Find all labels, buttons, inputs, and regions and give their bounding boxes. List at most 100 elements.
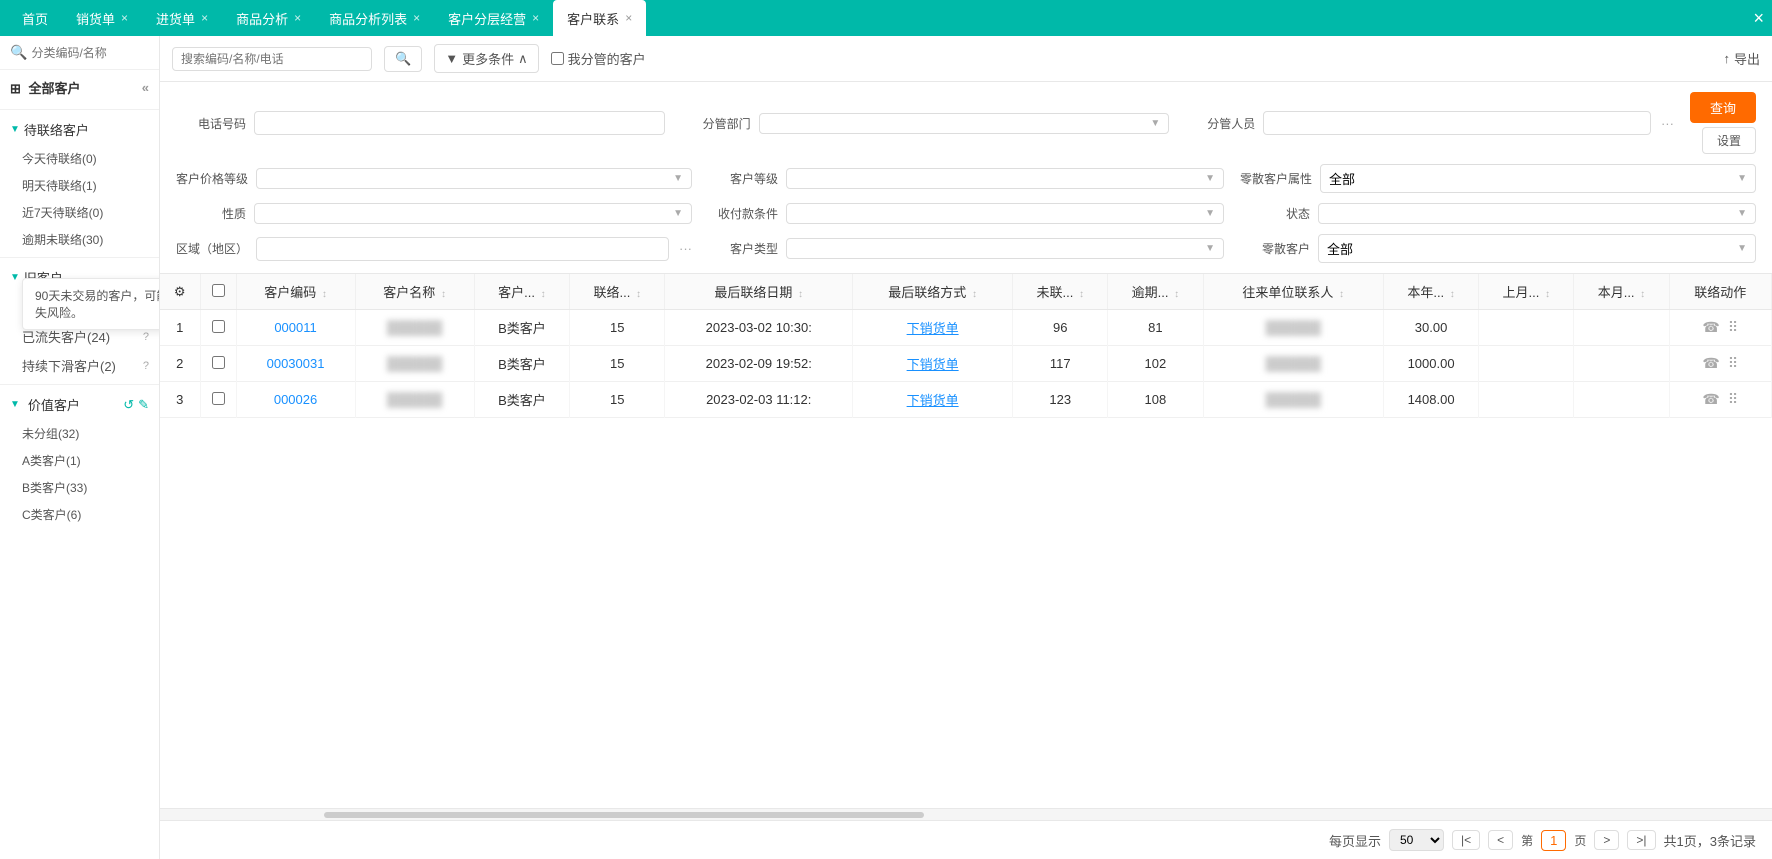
query-button[interactable]: 查询	[1690, 92, 1756, 123]
select-all-checkbox[interactable]	[212, 284, 225, 297]
sort-icon-unit-contact[interactable]: ↕	[1339, 289, 1344, 300]
horizontal-scrollbar[interactable]	[324, 812, 924, 818]
tab-close-customer-contact[interactable]: ×	[625, 11, 632, 25]
sidebar-item-today-pending[interactable]: 今天待联络(0)	[0, 145, 159, 172]
customer-tier-select[interactable]: ▼	[786, 168, 1224, 189]
tab-home[interactable]: 首页	[8, 0, 62, 36]
customer-type-label: 客户类型	[708, 240, 778, 257]
next-page-button[interactable]: >	[1594, 830, 1619, 850]
sidebar-root[interactable]: ⊞ 全部客户 «	[0, 70, 159, 105]
sort-icon-current-month[interactable]: ↕	[1640, 289, 1645, 300]
sidebar-search-input[interactable]	[31, 46, 149, 60]
payment-select[interactable]: ▼	[786, 203, 1224, 224]
status-label: 状态	[1240, 205, 1310, 222]
sidebar-item-7days-pending[interactable]: 近7天待联络(0)	[0, 199, 159, 226]
customer-type-select[interactable]: ▼	[786, 238, 1224, 259]
action-contact-icon[interactable]: ☎	[1702, 391, 1719, 408]
row-last-contact-way[interactable]: 下销货单	[853, 310, 1013, 346]
last-page-button[interactable]: >|	[1627, 830, 1655, 850]
action-more-icon[interactable]: ⠿	[1728, 355, 1738, 372]
sort-icon-overdue[interactable]: ↕	[1174, 289, 1179, 300]
dept-select[interactable]: ▼	[759, 113, 1170, 134]
sidebar-group-value[interactable]: ▼ 价值客户 ↺ ✎	[0, 389, 159, 420]
sidebar-item-tomorrow-pending[interactable]: 明天待联络(1)	[0, 172, 159, 199]
tab-product-analysis[interactable]: 商品分析 ×	[222, 0, 315, 36]
row-select-checkbox[interactable]	[212, 320, 225, 333]
col-settings[interactable]: ⚙	[160, 274, 200, 310]
sort-icon-not-contacted[interactable]: ↕	[1079, 289, 1084, 300]
filter-row-4: 区域（地区） ··· 客户类型 ▼ 零散客户 全部 ▼	[176, 234, 1756, 263]
per-page-select[interactable]: 50 100 200	[1389, 829, 1444, 851]
customer-table: ⚙ 客户编码 ↕ 客户名称 ↕ 客户... ↕	[160, 274, 1772, 418]
row-name: ██████	[355, 382, 474, 418]
zero-customer-select[interactable]: 全部 ▼	[1318, 234, 1756, 263]
search-button[interactable]: 🔍	[384, 46, 422, 72]
price-tier-select[interactable]: ▼	[256, 168, 692, 189]
tab-customer-contact[interactable]: 客户联系 ×	[553, 0, 646, 36]
row-select-checkbox[interactable]	[212, 392, 225, 405]
row-select-checkbox[interactable]	[212, 356, 225, 369]
settings-button[interactable]: 设置	[1702, 127, 1756, 154]
sidebar-item-overdue-pending[interactable]: 逾期未联络(30)	[0, 226, 159, 253]
col-last-contact-way: 最后联络方式 ↕	[853, 274, 1013, 310]
first-page-button[interactable]: |<	[1452, 830, 1480, 850]
manager-more-icon[interactable]: ···	[1661, 116, 1674, 131]
tab-close-product-analysis-list[interactable]: ×	[413, 11, 420, 25]
sidebar-group-value-refresh-icon[interactable]: ↺	[123, 397, 134, 413]
status-select[interactable]: ▼	[1318, 203, 1756, 224]
row-last-contact-way[interactable]: 下销货单	[853, 346, 1013, 382]
tab-product-analysis-list[interactable]: 商品分析列表 ×	[315, 0, 434, 36]
sort-icon-contact[interactable]: ↕	[636, 289, 641, 300]
zero-attr-select[interactable]: 全部 ▼	[1320, 164, 1756, 193]
tab-close-product-analysis[interactable]: ×	[294, 11, 301, 25]
export-button[interactable]: ↑ 导出	[1723, 49, 1760, 68]
row-checkbox[interactable]	[200, 346, 236, 382]
export-icon: ↑	[1723, 51, 1730, 66]
row-current-month	[1574, 382, 1669, 418]
sidebar-item-class-c[interactable]: C类客户(6)	[0, 501, 159, 528]
action-contact-icon[interactable]: ☎	[1702, 319, 1719, 336]
phone-input[interactable]	[254, 111, 665, 135]
close-window-button[interactable]: ×	[1753, 8, 1764, 29]
current-page: 1	[1541, 830, 1566, 851]
sidebar-group-value-edit-icon[interactable]: ✎	[138, 397, 149, 413]
sort-icon-code[interactable]: ↕	[322, 289, 327, 300]
zero-customer-label: 零散客户	[1240, 240, 1310, 257]
sidebar-group-value-label: 价值客户	[28, 395, 80, 414]
action-more-icon[interactable]: ⠿	[1728, 391, 1738, 408]
row-checkbox[interactable]	[200, 310, 236, 346]
manager-input[interactable]	[1263, 111, 1651, 135]
row-last-contact-way[interactable]: 下销货单	[853, 382, 1013, 418]
sidebar-item-declining[interactable]: 持续下滑客户(2) ?	[0, 351, 159, 380]
action-more-icon[interactable]: ⠿	[1728, 319, 1738, 336]
tab-close-sales-order[interactable]: ×	[121, 11, 128, 25]
region-input[interactable]	[256, 237, 669, 261]
region-more-icon[interactable]: ···	[679, 241, 692, 256]
sidebar-group-pending[interactable]: ▼ 待联络客户	[0, 114, 159, 145]
action-contact-icon[interactable]: ☎	[1702, 355, 1719, 372]
main-layout: 🔍 ⊞ 全部客户 « ▼ 待联络客户 今天待联络(0) 明天待联络(1) 近7天…	[0, 36, 1772, 859]
sort-icon-last-date[interactable]: ↕	[798, 289, 803, 300]
col-checkbox-all[interactable]	[200, 274, 236, 310]
gender-select[interactable]: ▼	[254, 203, 692, 224]
sidebar-item-class-a[interactable]: A类客户(1)	[0, 447, 159, 474]
tab-customer-segmentation[interactable]: 客户分层经营 ×	[434, 0, 553, 36]
prev-page-button[interactable]: <	[1488, 830, 1513, 850]
tab-close-purchase-order[interactable]: ×	[201, 11, 208, 25]
sort-icon-current-year[interactable]: ↕	[1450, 289, 1455, 300]
row-checkbox[interactable]	[200, 382, 236, 418]
sidebar-item-ungrouped[interactable]: 未分组(32)	[0, 420, 159, 447]
sort-icon-name[interactable]: ↕	[441, 289, 446, 300]
sort-icon-type[interactable]: ↕	[541, 289, 546, 300]
tab-purchase-order[interactable]: 进货单 ×	[142, 0, 222, 36]
my-customers-checkbox[interactable]	[551, 52, 564, 65]
my-customers-checkbox-label[interactable]: 我分管的客户	[551, 49, 646, 68]
tab-close-customer-segmentation[interactable]: ×	[532, 11, 539, 25]
sidebar-item-class-b[interactable]: B类客户(33)	[0, 474, 159, 501]
filter-search-input[interactable]	[172, 47, 372, 71]
sort-icon-last-way[interactable]: ↕	[972, 289, 977, 300]
sidebar-collapse-icon[interactable]: «	[142, 80, 149, 95]
tab-sales-order[interactable]: 销货单 ×	[62, 0, 142, 36]
more-conditions-button[interactable]: ▼ 更多条件 ∧	[434, 44, 538, 73]
sort-icon-last-month[interactable]: ↕	[1545, 289, 1550, 300]
